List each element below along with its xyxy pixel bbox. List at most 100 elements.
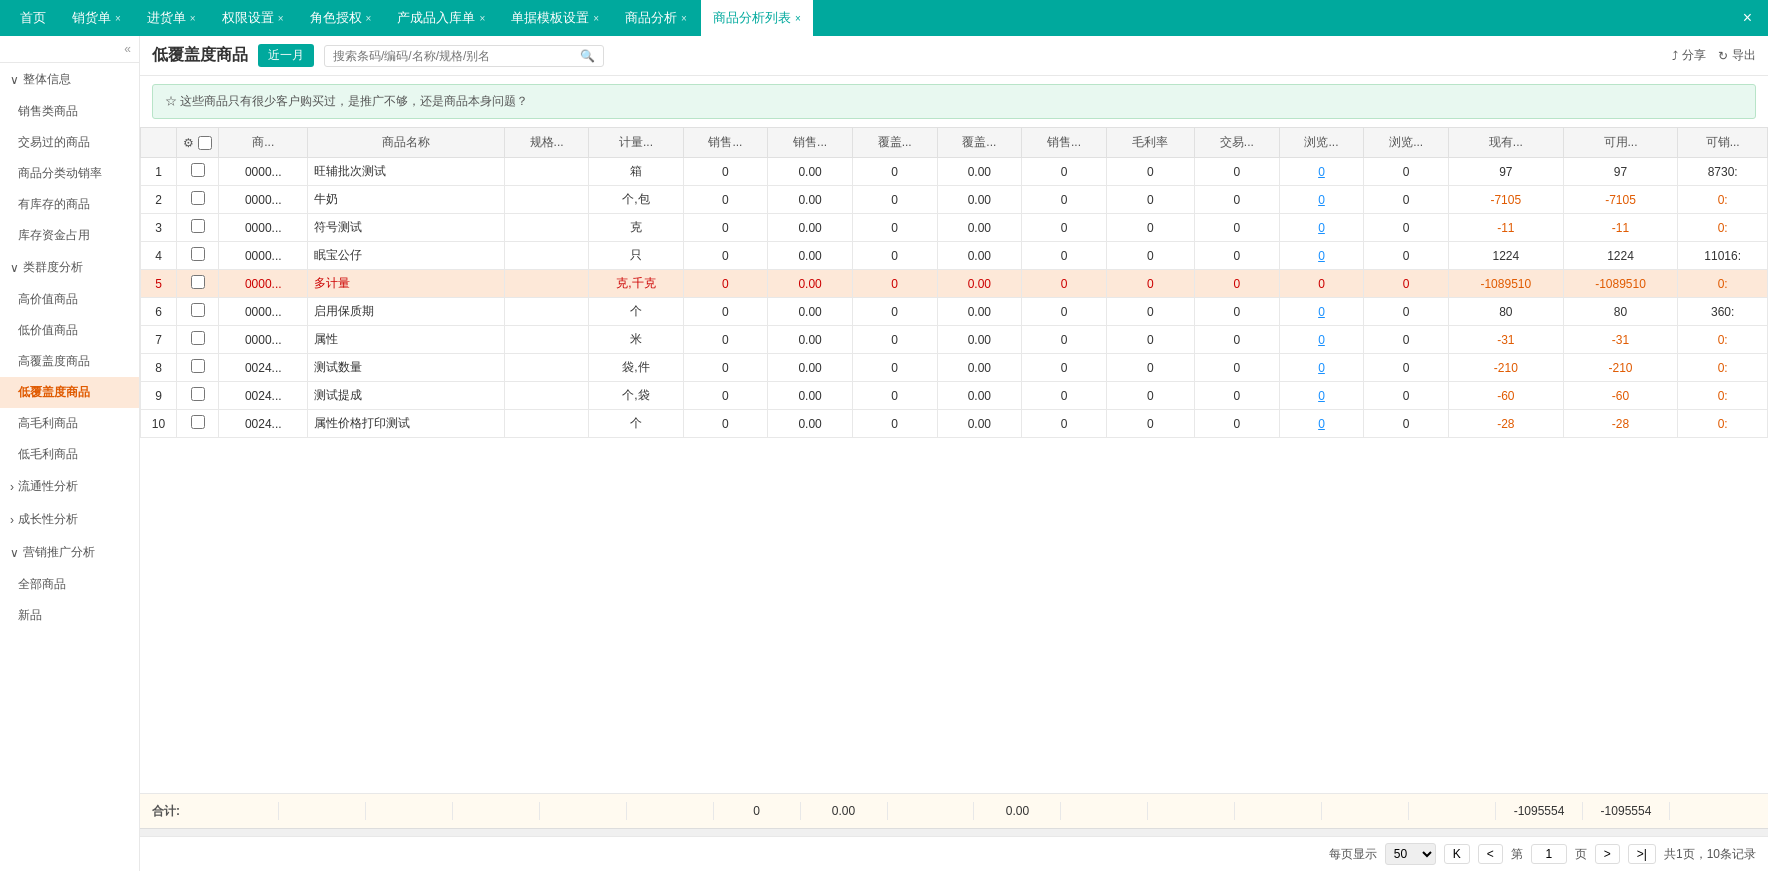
row-checkbox[interactable] [191,415,205,429]
cell-sales1: 0 [683,326,768,354]
nav-item-finished[interactable]: 产成品入库单 × [385,0,497,36]
cell-trade: 0 [1195,270,1280,298]
row-checkbox[interactable] [191,387,205,401]
cell-browse1[interactable]: 0 [1279,410,1364,438]
cell-cover2: 0.00 [937,410,1022,438]
summary-cover1 [887,802,974,820]
nav-item-permission[interactable]: 权限设置 × [210,0,296,36]
nav-item-analysis[interactable]: 商品分析 × [613,0,699,36]
nav-close-sales[interactable]: × [115,13,121,24]
nav-item-purchase[interactable]: 进货单 × [135,0,208,36]
cell-browse1[interactable]: 0 [1279,186,1364,214]
cell-browse2: 0 [1364,382,1449,410]
cell-code: 0000... [219,298,308,326]
sidebar-section-flow[interactable]: › 流通性分析 [0,470,139,503]
share-button[interactable]: ⤴ 分享 [1672,47,1706,64]
row-checkbox[interactable] [191,303,205,317]
row-checkbox[interactable] [191,163,205,177]
sidebar-section-growth[interactable]: › 成长性分析 [0,503,139,536]
cell-browse1[interactable]: 0 [1279,354,1364,382]
search-icon[interactable]: 🔍 [580,49,595,63]
nav-close-purchase[interactable]: × [190,13,196,24]
last-page-btn[interactable]: >| [1628,844,1656,864]
th-seq [141,128,177,158]
nav-item-role[interactable]: 角色授权 × [298,0,384,36]
cell-trade: 0 [1195,382,1280,410]
cell-code: 0000... [219,158,308,186]
sidebar-item-high-profit[interactable]: 高毛利商品 [0,408,139,439]
next-page-btn[interactable]: > [1595,844,1620,864]
cell-name: 属性价格打印测试 [308,410,504,438]
page-unit: 页 [1575,846,1587,863]
top-nav: 首页 销货单 × 进货单 × 权限设置 × 角色授权 × 产成品入库单 × 单据… [0,0,1768,36]
sidebar-section-structure[interactable]: ∨ 类群度分析 [0,251,139,284]
row-checkbox[interactable] [191,359,205,373]
cell-browse2: 0 [1364,242,1449,270]
nav-close-template[interactable]: × [593,13,599,24]
scrollbar[interactable] [140,828,1768,836]
sidebar-item-sales-goods[interactable]: 销售类商品 [0,96,139,127]
cell-unit: 克,千克 [589,270,683,298]
cell-browse2: 0 [1364,186,1449,214]
nav-item-home[interactable]: 首页 [8,0,58,36]
cell-browse1[interactable]: 0 [1279,382,1364,410]
sidebar-item-high-value[interactable]: 高价值商品 [0,284,139,315]
cell-sellable: 0: [1678,354,1768,382]
cell-browse1[interactable]: 0 [1279,242,1364,270]
nav-close-analysis[interactable]: × [681,13,687,24]
sidebar-item-traded[interactable]: 交易过的商品 [0,127,139,158]
search-input[interactable] [333,49,574,63]
cell-sellable: 0: [1678,270,1768,298]
row-checkbox[interactable] [191,219,205,233]
export-button[interactable]: ↻ 导出 [1718,47,1756,64]
nav-item-template[interactable]: 单据模板设置 × [499,0,611,36]
cell-current: -1089510 [1448,270,1563,298]
cell-code: 0000... [219,270,308,298]
cell-sales1: 0 [683,354,768,382]
cell-browse1[interactable]: 0 [1279,158,1364,186]
sidebar-item-new[interactable]: 新品 [0,600,139,631]
row-checkbox[interactable] [191,247,205,261]
sidebar-item-low-coverage[interactable]: 低覆盖度商品 [0,377,139,408]
period-button[interactable]: 近一月 [258,44,314,67]
page-input[interactable] [1531,844,1567,864]
cell-browse1[interactable]: 0 [1279,214,1364,242]
cell-sales3: 0 [1022,382,1107,410]
settings-icon[interactable]: ⚙ [183,136,194,150]
nav-close-permission[interactable]: × [278,13,284,24]
sidebar-section-overall[interactable]: ∨ 整体信息 [0,63,139,96]
row-checkbox[interactable] [191,275,205,289]
sidebar-item-capital[interactable]: 库存资金占用 [0,220,139,251]
sidebar-item-high-coverage[interactable]: 高覆盖度商品 [0,346,139,377]
nav-close-finished[interactable]: × [479,13,485,24]
cell-browse2: 0 [1364,298,1449,326]
sidebar-item-category-rate[interactable]: 商品分类动销率 [0,158,139,189]
nav-item-sales[interactable]: 销货单 × [60,0,133,36]
cell-browse1[interactable]: 0 [1279,298,1364,326]
sidebar-item-low-value[interactable]: 低价值商品 [0,315,139,346]
cell-sales3: 0 [1022,270,1107,298]
nav-close-role[interactable]: × [366,13,372,24]
sidebar-collapse-btn[interactable]: « [0,36,139,63]
row-checkbox[interactable] [191,331,205,345]
cell-browse1[interactable]: 0 [1279,326,1364,354]
first-page-btn[interactable]: K [1444,844,1470,864]
page-size-select[interactable]: 50 100 200 [1385,843,1436,865]
prev-page-btn[interactable]: < [1478,844,1503,864]
table-wrapper: ⚙ 商... 商品名称 规格... 计量... 销售... 销售... 覆盖..… [140,127,1768,793]
cell-unit: 袋,件 [589,354,683,382]
sidebar-item-in-stock[interactable]: 有库存的商品 [0,189,139,220]
cell-check [177,298,219,326]
sidebar-section-marketing[interactable]: ∨ 营销推广分析 [0,536,139,569]
nav-item-analysis-list[interactable]: 商品分析列表 × [701,0,813,36]
cell-sales1: 0 [683,242,768,270]
cell-check [177,186,219,214]
window-close-btn[interactable]: × [1735,9,1760,27]
table-row: 6 0000... 启用保质期 个 0 0.00 0 0.00 0 0 0 0 … [141,298,1768,326]
nav-close-analysis-list[interactable]: × [795,13,801,24]
select-all-checkbox[interactable] [198,136,212,150]
row-checkbox[interactable] [191,191,205,205]
sidebar-item-all[interactable]: 全部商品 [0,569,139,600]
sidebar-item-low-profit[interactable]: 低毛利商品 [0,439,139,470]
cell-check [177,326,219,354]
